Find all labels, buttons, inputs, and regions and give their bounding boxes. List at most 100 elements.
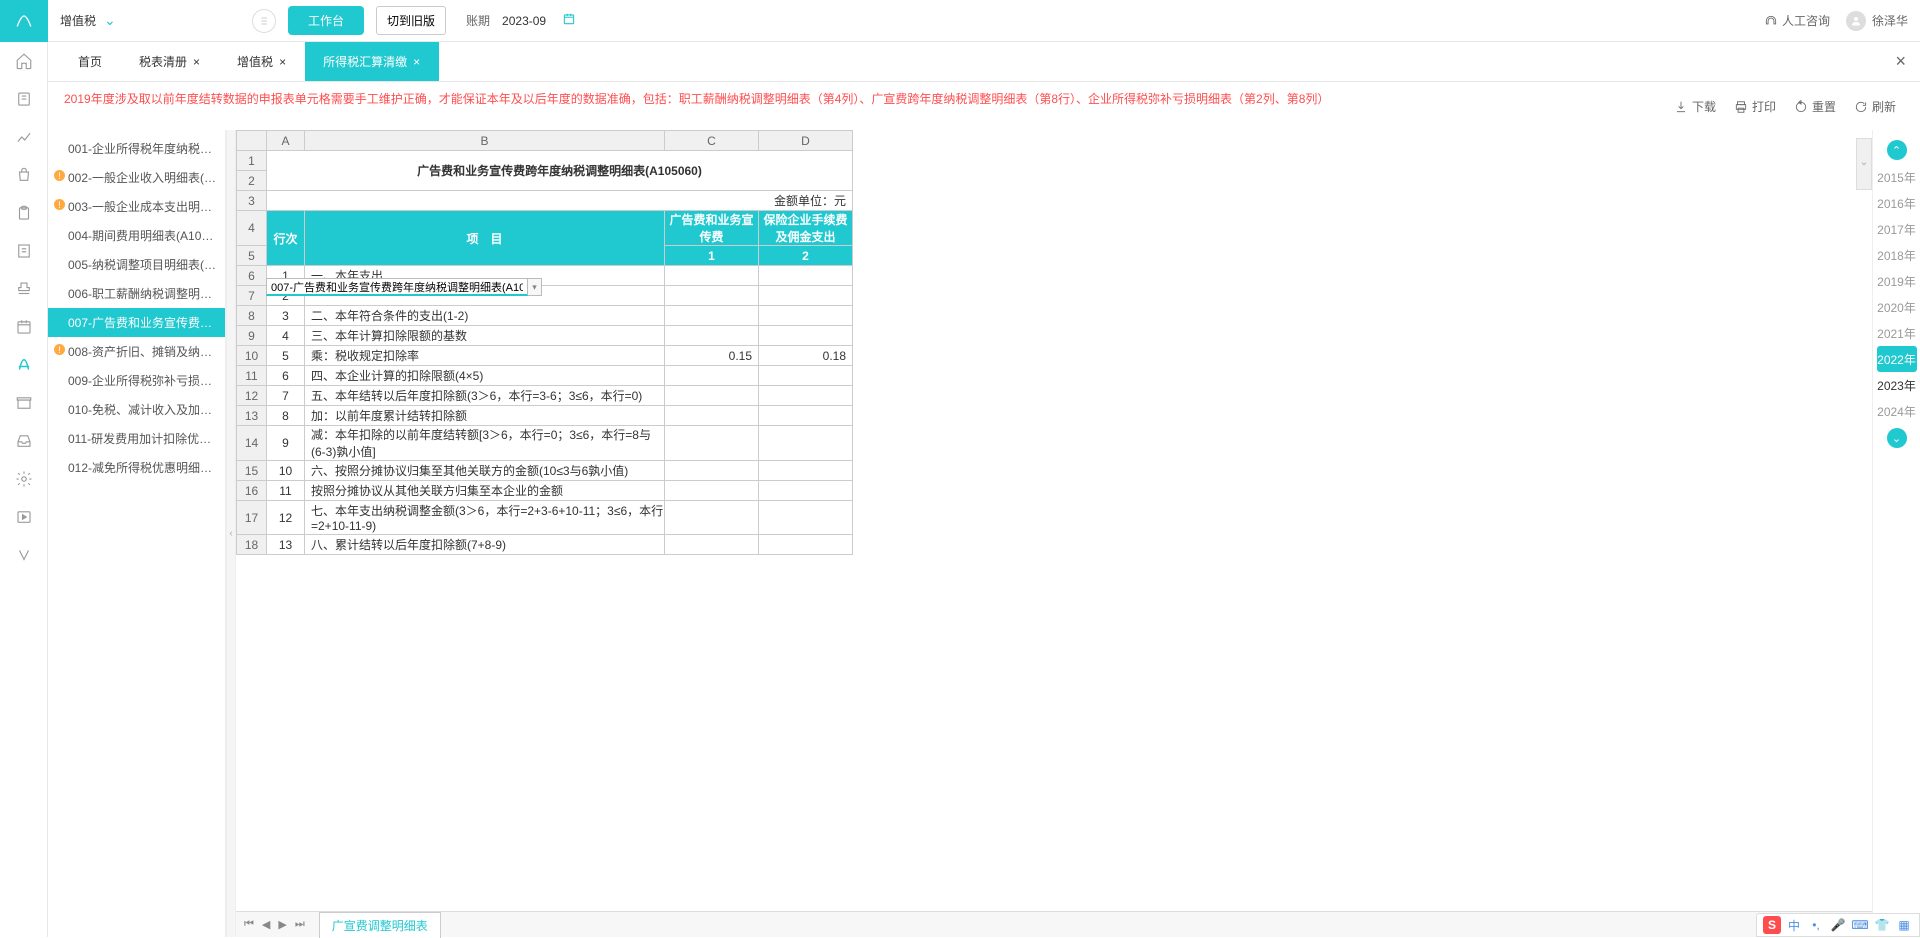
value-cell-d[interactable]	[759, 306, 853, 326]
header-project[interactable]: 项 目	[305, 211, 665, 266]
col-header-B[interactable]: B	[305, 131, 665, 151]
value-cell-c[interactable]	[665, 386, 759, 406]
settings-icon[interactable]	[0, 460, 48, 498]
project-cell[interactable]: 二、本年符合条件的支出(1-2)	[305, 306, 665, 326]
row-header[interactable]: 13	[237, 406, 267, 426]
ledger-icon[interactable]	[0, 80, 48, 118]
row-num-cell[interactable]: 7	[267, 386, 305, 406]
year-button[interactable]: 2015年	[1877, 164, 1917, 190]
form-list-item[interactable]: 006-职工薪酬纳税调整明细…	[48, 279, 225, 308]
chart-icon[interactable]	[0, 118, 48, 156]
form-list-item[interactable]: 003-一般企业成本支出明细…	[48, 192, 225, 221]
ime-punct-icon[interactable]: •,	[1807, 916, 1825, 934]
calendar-icon[interactable]	[0, 308, 48, 346]
project-cell[interactable]: 三、本年计算扣除限额的基数	[305, 326, 665, 346]
period-value[interactable]: 2023-09	[502, 14, 546, 28]
row-num-cell[interactable]: 12	[267, 501, 305, 535]
home-icon[interactable]	[0, 42, 48, 80]
sheet-title[interactable]: 广告费和业务宣传费跨年度纳税调整明细表(A105060)	[267, 151, 853, 191]
form-list-item[interactable]: 005-纳税调整项目明细表(A1…	[48, 250, 225, 279]
play-icon[interactable]	[0, 498, 48, 536]
ime-mic-icon[interactable]: 🎤	[1829, 916, 1847, 934]
ime-skin-icon[interactable]: 👕	[1873, 916, 1891, 934]
formula-input[interactable]	[266, 278, 528, 296]
form-list-item[interactable]: 008-资产折旧、摊销及纳税…	[48, 337, 225, 366]
clipboard-icon[interactable]	[0, 194, 48, 232]
year-button[interactable]: 2024年	[1877, 398, 1917, 424]
value-cell-c[interactable]: 0.15	[665, 346, 759, 366]
row-header[interactable]: 10	[237, 346, 267, 366]
nav-first-icon[interactable]: ⏮	[242, 918, 256, 931]
value-cell-c[interactable]	[665, 481, 759, 501]
value-cell-c[interactable]	[665, 461, 759, 481]
ime-keyboard-icon[interactable]: ⌨	[1851, 916, 1869, 934]
form-list-item[interactable]: 007-广告费和业务宣传费跨…	[48, 308, 225, 337]
year-button[interactable]: 2023年	[1877, 372, 1917, 398]
value-cell-d[interactable]	[759, 266, 853, 286]
scroll-up-icon[interactable]: ⌃	[1887, 140, 1907, 160]
form-list-item[interactable]: 001-企业所得税年度纳税申…	[48, 134, 225, 163]
company-selector[interactable]: 增值税 ⌄	[60, 12, 240, 29]
row-header[interactable]: 14	[237, 426, 267, 461]
horizontal-scrollbar[interactable]	[461, 918, 1872, 932]
value-cell-c[interactable]	[665, 306, 759, 326]
year-button[interactable]: 2022年	[1877, 346, 1917, 372]
col-header-D[interactable]: D	[759, 131, 853, 151]
row-header[interactable]: 11	[237, 366, 267, 386]
form-list-item[interactable]: 012-减免所得税优惠明细表(…	[48, 453, 225, 482]
row-header[interactable]: 16	[237, 481, 267, 501]
form-list-item[interactable]: 010-免税、减计收入及加计…	[48, 395, 225, 424]
year-button[interactable]: 2019年	[1877, 268, 1917, 294]
download-button[interactable]: 下载	[1674, 98, 1716, 115]
archive-icon[interactable]	[0, 384, 48, 422]
form-list-item[interactable]: 011-研发费用加计扣除优惠…	[48, 424, 225, 453]
corner-cell[interactable]	[237, 131, 267, 151]
header-adfee[interactable]: 广告费和业务宣传费	[665, 211, 759, 246]
project-cell[interactable]: 八、累计结转以后年度扣除额(7+8-9)	[305, 535, 665, 555]
project-cell[interactable]: 五、本年结转以后年度扣除额(3＞6，本行=3-6；3≤6，本行=0)	[305, 386, 665, 406]
close-icon[interactable]: ×	[279, 55, 286, 69]
header-commission[interactable]: 保险企业手续费及佣金支出	[759, 211, 853, 246]
row-header[interactable]: 18	[237, 535, 267, 555]
value-cell-c[interactable]	[665, 326, 759, 346]
workbench-button[interactable]: 工作台	[288, 6, 364, 35]
nav-last-icon[interactable]: ⏭	[293, 918, 307, 931]
tab-home[interactable]: 首页	[60, 42, 121, 81]
year-button[interactable]: 2016年	[1877, 190, 1917, 216]
refresh-button[interactable]: 刷新	[1854, 98, 1896, 115]
value-cell-d[interactable]	[759, 386, 853, 406]
value-cell-c[interactable]	[665, 366, 759, 386]
value-cell-c[interactable]	[665, 286, 759, 306]
header-rownum[interactable]: 行次	[267, 211, 305, 266]
tab-tax-list[interactable]: 税表清册×	[121, 42, 219, 81]
row-header[interactable]: 12	[237, 386, 267, 406]
ime-engine-icon[interactable]: S	[1763, 916, 1781, 934]
row-num-cell[interactable]: 5	[267, 346, 305, 366]
row-header[interactable]: 15	[237, 461, 267, 481]
row-header[interactable]: 9	[237, 326, 267, 346]
unit-label[interactable]: 金额单位：元	[267, 191, 853, 211]
nav-next-icon[interactable]: ▶	[276, 918, 288, 931]
value-cell-d[interactable]	[759, 366, 853, 386]
row-num-cell[interactable]: 4	[267, 326, 305, 346]
value-cell-d[interactable]	[759, 481, 853, 501]
form-list-item[interactable]: 009-企业所得税弥补亏损明…	[48, 366, 225, 395]
col-header-C[interactable]: C	[665, 131, 759, 151]
row-num-cell[interactable]: 8	[267, 406, 305, 426]
app-logo[interactable]	[0, 0, 48, 42]
year-button[interactable]: 2017年	[1877, 216, 1917, 242]
project-cell[interactable]: 七、本年支出纳税调整金额(3＞6，本行=2+3-6+10-11；3≤6，本行=2…	[305, 501, 665, 535]
tab-vat[interactable]: 增值税×	[219, 42, 305, 81]
row-header[interactable]: 6	[237, 266, 267, 286]
value-cell-d[interactable]: 0.18	[759, 346, 853, 366]
ime-toolbox-icon[interactable]: ▦	[1895, 916, 1913, 934]
value-cell-c[interactable]	[665, 406, 759, 426]
inbox-icon[interactable]	[0, 422, 48, 460]
value-cell-d[interactable]	[759, 501, 853, 535]
close-icon[interactable]: ×	[413, 55, 420, 69]
project-cell[interactable]: 六、按照分摊协议归集至其他关联方的金额(10≤3与6孰小值)	[305, 461, 665, 481]
reset-button[interactable]: 重置	[1794, 98, 1836, 115]
form-list-item[interactable]: 002-一般企业收入明细表(A…	[48, 163, 225, 192]
subheader-2[interactable]: 2	[759, 246, 853, 266]
value-cell-d[interactable]	[759, 461, 853, 481]
